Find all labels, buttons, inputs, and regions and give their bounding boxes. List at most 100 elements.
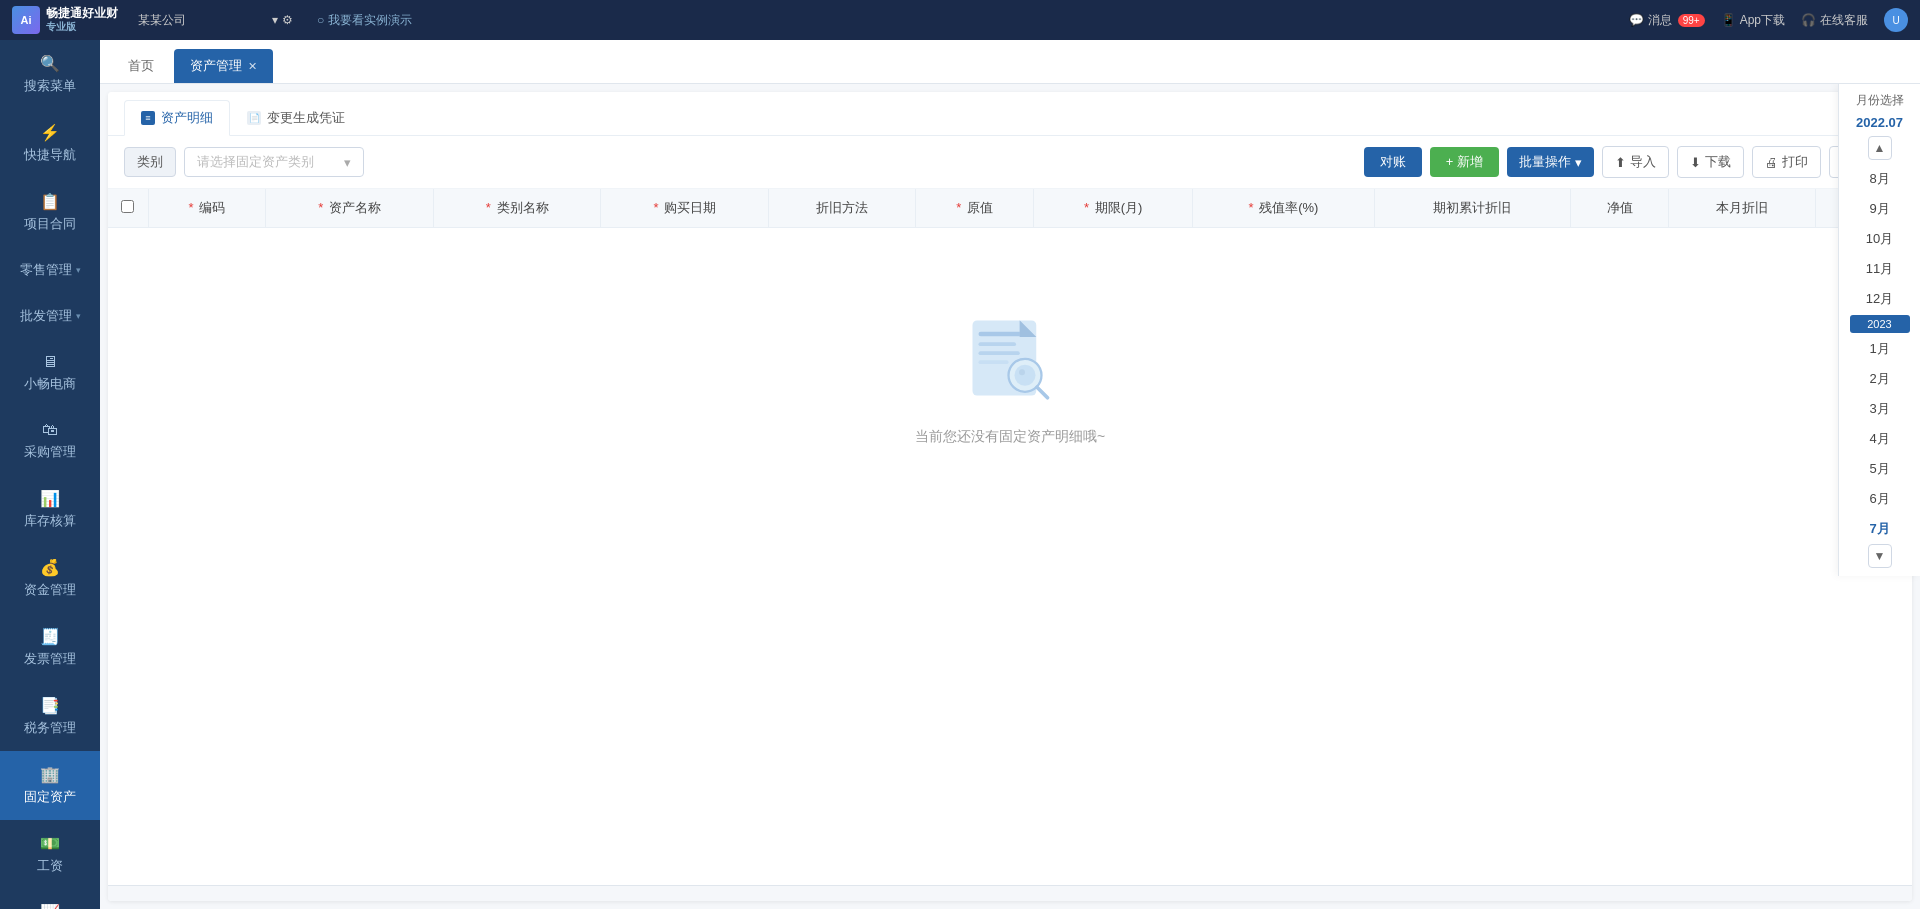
sidebar-item-tax-mgmt[interactable]: 📑 税务管理: [0, 682, 100, 751]
sidebar-item-search-menu[interactable]: 🔍 搜索菜单: [0, 40, 100, 109]
company-dropdown-icon[interactable]: ▾: [272, 13, 278, 27]
settings-icon[interactable]: ⚙: [282, 13, 293, 27]
print-button[interactable]: 🖨 打印: [1752, 146, 1821, 178]
month-item-9[interactable]: 9月: [1850, 195, 1910, 223]
th-original-value: * 原值: [916, 189, 1034, 228]
project-icon: 📋: [40, 192, 60, 211]
toolbar-right: 对账 + 新增 批量操作 ▾ ⬆ 导入 ⬇ 下载: [1364, 146, 1896, 178]
top-bar-right: 💬 消息 99+ 📱 App下载 🎧 在线客服 U: [1629, 8, 1908, 32]
svg-point-8: [1019, 369, 1025, 375]
tax-icon: 📑: [40, 696, 60, 715]
month-item-12[interactable]: 12月: [1850, 285, 1910, 313]
import-icon: ⬆: [1615, 155, 1626, 170]
svg-rect-1: [979, 332, 1024, 337]
sidebar-label: 库存核算: [24, 512, 76, 530]
purchase-icon: 🛍: [42, 421, 58, 439]
tab-asset-detail[interactable]: ≡ 资产明细: [124, 100, 230, 136]
th-asset-name: * 资产名称: [266, 189, 434, 228]
table-container[interactable]: * 编码 * 资产名称 * 类别名称: [108, 189, 1912, 885]
demo-link[interactable]: ○ 我要看实例演示: [317, 12, 412, 29]
operations-icon: 📈: [40, 903, 60, 909]
th-period-months: * 期限(月): [1033, 189, 1192, 228]
month-item-1[interactable]: 1月: [1850, 335, 1910, 363]
th-monthly-depreciation: 本月折旧: [1668, 189, 1815, 228]
tab-asset-mgmt-label: 资产管理: [190, 57, 242, 75]
messages-btn[interactable]: 💬 消息 99+: [1629, 12, 1705, 29]
month-nav-down-button[interactable]: ▼: [1868, 544, 1892, 568]
svg-rect-3: [979, 351, 1020, 355]
app-download-icon: 📱: [1721, 13, 1736, 27]
print-icon: 🖨: [1765, 155, 1778, 170]
tab-home[interactable]: 首页: [112, 49, 170, 83]
month-item-5[interactable]: 5月: [1850, 455, 1910, 483]
inventory-icon: 📊: [40, 489, 60, 508]
sidebar-item-wholesale-mgmt[interactable]: 批发管理 ▾: [0, 293, 100, 339]
brand-text-block: 畅捷通好业财 专业版: [46, 6, 118, 34]
sidebar-item-payroll[interactable]: 💵 工资: [0, 820, 100, 889]
top-bar: Ai 畅捷通好业财 专业版 ▾ ⚙ ○ 我要看实例演示 💬 消息 99+ 📱 A…: [0, 0, 1920, 40]
th-category-name: * 类别名称: [433, 189, 601, 228]
tab-bar: 首页 资产管理 ✕: [100, 40, 1920, 84]
month-item-4[interactable]: 4月: [1850, 425, 1910, 453]
month-nav-up-button[interactable]: ▲: [1868, 136, 1892, 160]
batch-dropdown-icon: ▾: [1575, 155, 1582, 170]
import-button[interactable]: ⬆ 导入: [1602, 146, 1669, 178]
sidebar-item-quick-nav[interactable]: ⚡ 快捷导航: [0, 109, 100, 178]
message-icon: 💬: [1629, 13, 1644, 27]
sidebar-label: 项目合同: [24, 215, 76, 233]
batch-button[interactable]: 批量操作 ▾: [1507, 147, 1594, 177]
sidebar-item-mini-ecommerce[interactable]: 🖥 小畅电商: [0, 339, 100, 407]
month-item-2[interactable]: 2月: [1850, 365, 1910, 393]
tab-close-icon[interactable]: ✕: [248, 60, 257, 73]
sidebar-item-project-contract[interactable]: 📋 项目合同: [0, 178, 100, 247]
fund-icon: 💰: [40, 558, 60, 577]
month-item-6[interactable]: 6月: [1850, 485, 1910, 513]
reconcile-button[interactable]: 对账: [1364, 147, 1422, 177]
filter-category-select[interactable]: 请选择固定资产类别 ▾: [184, 147, 364, 177]
tab-asset-mgmt[interactable]: 资产管理 ✕: [174, 49, 273, 83]
month-item-11[interactable]: 11月: [1850, 255, 1910, 283]
th-purchase-date: * 购买日期: [601, 189, 769, 228]
th-checkbox: [108, 189, 148, 228]
invoice-icon: 🧾: [40, 627, 60, 646]
sidebar-label: 采购管理: [24, 443, 76, 461]
sidebar-label: 资金管理: [24, 581, 76, 599]
sidebar-item-invoice-mgmt[interactable]: 🧾 发票管理: [0, 613, 100, 682]
tab-change-voucher[interactable]: 📄 变更生成凭证: [230, 100, 362, 136]
sidebar-item-fund-mgmt[interactable]: 💰 资金管理: [0, 544, 100, 613]
th-residual-rate: * 残值率(%): [1193, 189, 1374, 228]
month-item-10[interactable]: 10月: [1850, 225, 1910, 253]
company-input[interactable]: [138, 13, 268, 27]
sidebar-item-operations-mgmt[interactable]: 📈 经营管理: [0, 889, 100, 909]
content-area: 首页 资产管理 ✕ ≡ 资产明细 📄 变更生成凭证: [100, 40, 1920, 909]
sidebar-item-fixed-assets[interactable]: 🏢 固定资产: [0, 751, 100, 820]
sidebar: 🔍 搜索菜单 ⚡ 快捷导航 📋 项目合同 零售管理 ▾ 批发管理 ▾ 🖥 小畅电…: [0, 40, 100, 909]
filter-category-label: 类别: [124, 147, 176, 177]
change-voucher-icon: 📄: [247, 111, 261, 125]
bottom-scrollbar[interactable]: [108, 885, 1912, 901]
th-accumulated-depreciation: 期初累计折旧: [1374, 189, 1571, 228]
payroll-icon: 💵: [40, 834, 60, 853]
sidebar-item-purchase-mgmt[interactable]: 🛍 采购管理: [0, 407, 100, 475]
empty-state-icon: [950, 308, 1070, 408]
online-service-btn[interactable]: 🎧 在线客服: [1801, 12, 1868, 29]
select-all-checkbox[interactable]: [121, 200, 134, 213]
sidebar-item-retail-mgmt[interactable]: 零售管理 ▾: [0, 247, 100, 293]
month-item-3[interactable]: 3月: [1850, 395, 1910, 423]
svg-rect-4: [979, 360, 1009, 364]
company-selector[interactable]: ▾ ⚙: [138, 13, 293, 27]
sub-tab-asset-detail-label: 资产明细: [161, 109, 213, 127]
add-button[interactable]: + 新增: [1430, 147, 1499, 177]
month-panel: 月份选择 2022.07 ▲ 8月 9月 10月 11月 12月 2023 1月…: [1838, 84, 1920, 576]
month-year-badge-2023[interactable]: 2023: [1850, 315, 1910, 333]
download-button[interactable]: ⬇ 下载: [1677, 146, 1744, 178]
app-download-btn[interactable]: 📱 App下载: [1721, 12, 1785, 29]
logo-icon: Ai: [12, 6, 40, 34]
user-avatar[interactable]: U: [1884, 8, 1908, 32]
month-item-7[interactable]: 7月: [1850, 515, 1910, 543]
sidebar-label: 发票管理: [24, 650, 76, 668]
month-item-8[interactable]: 8月: [1850, 165, 1910, 193]
sidebar-item-inventory[interactable]: 📊 库存核算: [0, 475, 100, 544]
empty-state-row: 当前您还没有固定资产明细哦~: [108, 228, 1912, 527]
demo-icon: ○: [317, 13, 324, 27]
